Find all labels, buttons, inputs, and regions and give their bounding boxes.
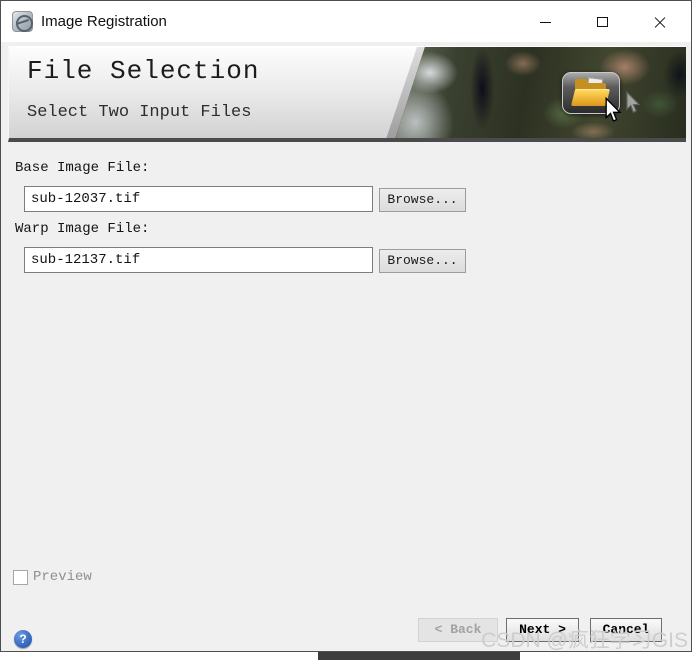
window-title: Image Registration <box>41 13 167 30</box>
cancel-button[interactable]: Cancel <box>590 618 662 642</box>
mouse-cursor-icon <box>605 97 622 122</box>
base-image-label: Base Image File: <box>15 160 150 176</box>
maximize-button[interactable] <box>585 7 619 37</box>
app-icon <box>12 11 33 32</box>
page-title: File Selection <box>27 56 260 86</box>
dialog-window: Image Registration File Selection Select… <box>0 0 692 652</box>
back-button[interactable]: < Back <box>418 618 498 642</box>
base-image-input[interactable] <box>24 186 373 212</box>
preview-checkbox[interactable] <box>13 569 28 585</box>
minimize-button[interactable] <box>528 7 562 37</box>
desktop-strip <box>318 652 520 660</box>
warp-browse-button[interactable]: Browse... <box>379 249 466 273</box>
warp-image-input[interactable] <box>24 247 373 273</box>
maximize-icon <box>596 17 608 27</box>
satellite-image <box>395 47 686 138</box>
preview-label: Preview <box>33 569 92 585</box>
page-subtitle: Select Two Input Files <box>27 103 252 122</box>
next-button[interactable]: Next > <box>506 618 579 642</box>
minimize-icon <box>539 21 551 23</box>
close-button[interactable] <box>643 7 677 37</box>
close-icon <box>654 16 666 28</box>
help-button[interactable]: ? <box>14 630 32 648</box>
banner-graphic <box>386 47 686 138</box>
base-browse-button[interactable]: Browse... <box>379 188 466 212</box>
mouse-cursor-ghost-icon <box>626 91 641 113</box>
warp-image-label: Warp Image File: <box>15 221 150 237</box>
preview-row: Preview <box>13 569 92 585</box>
wizard-banner: File Selection Select Two Input Files <box>8 46 686 142</box>
